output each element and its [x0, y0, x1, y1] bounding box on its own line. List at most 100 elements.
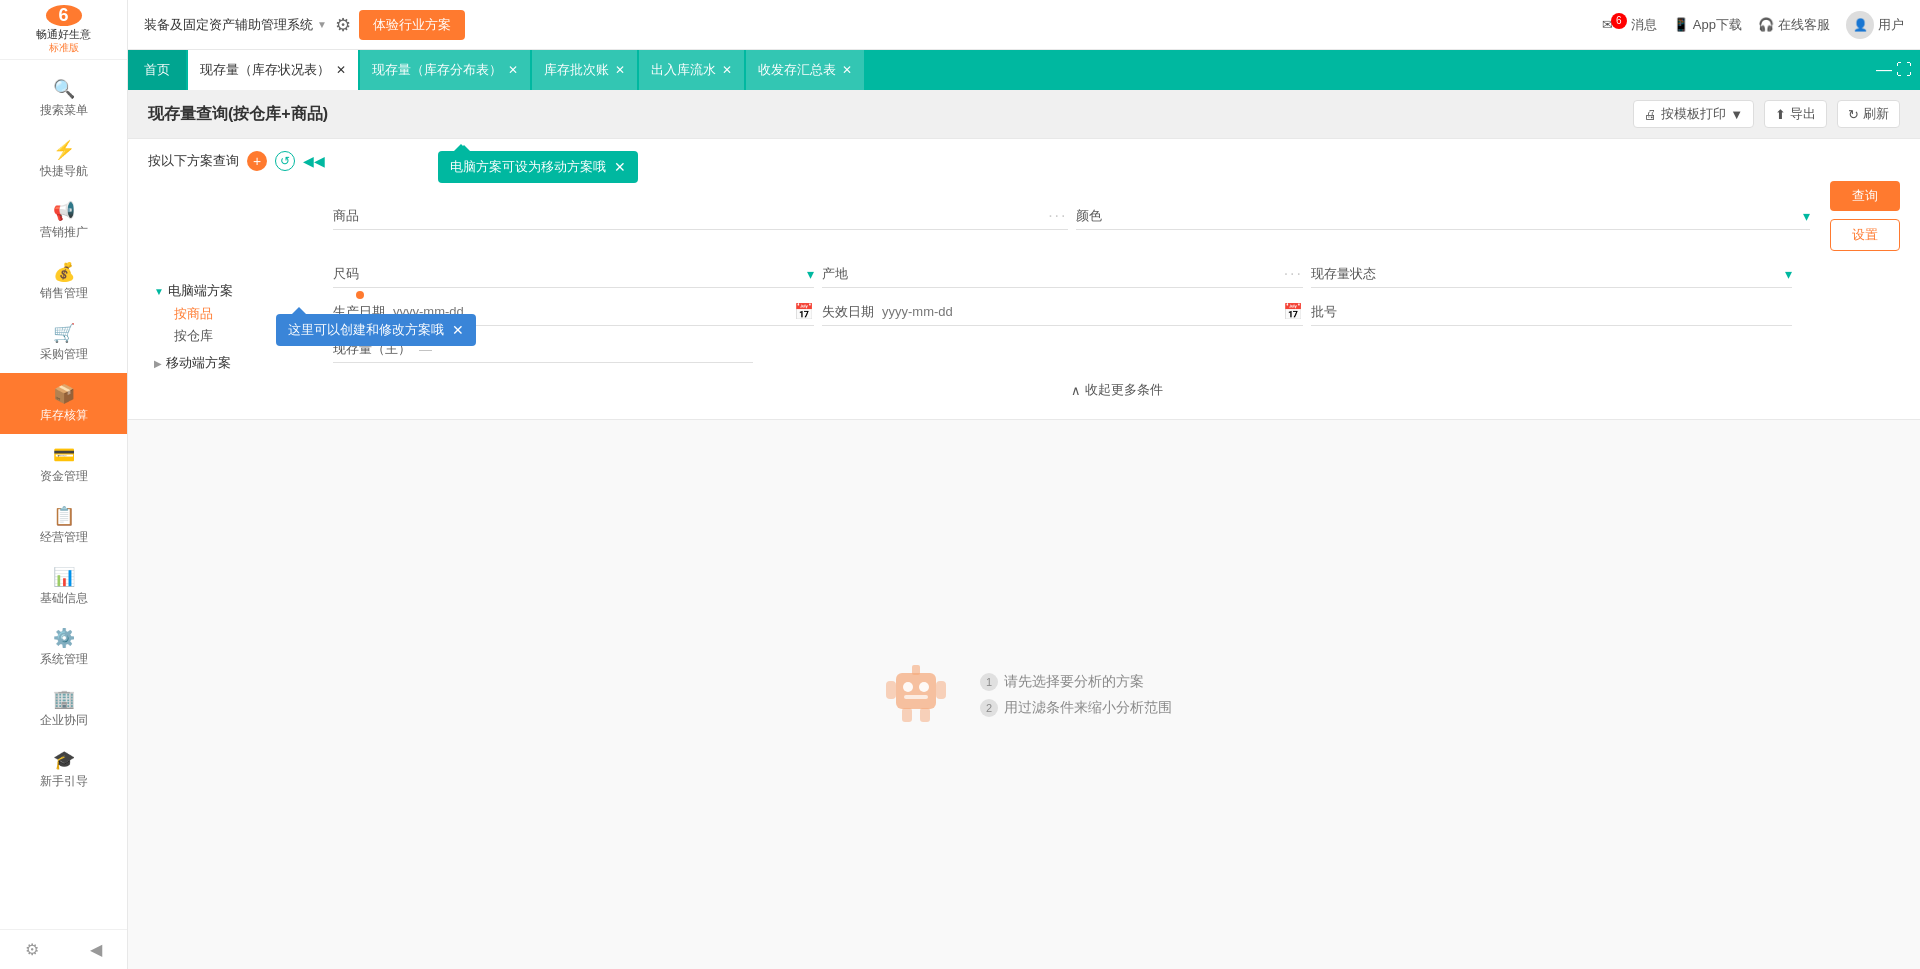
tooltip-top-close[interactable]: ✕ — [614, 159, 626, 175]
support-button[interactable]: 🎧 在线客服 — [1758, 16, 1830, 34]
app-download-button[interactable]: 📱 App下载 — [1673, 16, 1742, 34]
origin-more-icon[interactable]: ··· — [1284, 265, 1303, 283]
filter-field-origin[interactable]: 产地 ··· — [822, 261, 1303, 288]
tab-close-inventory-status[interactable]: ✕ — [336, 63, 346, 77]
filter-refresh-button[interactable]: ↺ — [275, 151, 295, 171]
tabbar-expand-icon[interactable]: ⛶ — [1896, 61, 1912, 79]
refresh-button[interactable]: ↻ 刷新 — [1837, 100, 1900, 128]
tab-collect[interactable]: 收发存汇总表 ✕ — [746, 50, 864, 90]
print-icon: 🖨 — [1644, 107, 1657, 122]
sidebar-item-operation[interactable]: 📋 经营管理 — [0, 495, 127, 556]
tooltip-top-text: 电脑方案可设为移动方案哦 — [450, 158, 606, 176]
filter-area: 按以下方案查询 + ↺ ◀◀ 电脑方案可设为移动方案哦 ✕ 这里可以创建和修改方… — [128, 139, 1920, 420]
guide-icon: 🎓 — [53, 749, 75, 771]
field-color-label: 颜色 — [1076, 207, 1102, 225]
export-icon: ⬆ — [1775, 107, 1786, 122]
svg-rect-0 — [896, 673, 936, 709]
tab-close-collect[interactable]: ✕ — [842, 63, 852, 77]
search-button[interactable]: 查询 — [1830, 181, 1900, 211]
filter-header: 按以下方案查询 + ↺ ◀◀ — [148, 151, 1900, 171]
sidebar-item-basic[interactable]: 📊 基础信息 — [0, 556, 127, 617]
sidebar-label-enterprise: 企业协同 — [40, 712, 88, 729]
tab-label-batch: 库存批次账 — [544, 61, 609, 79]
dot-connector — [356, 291, 364, 299]
logo-name: 畅通好生意 标准版 — [36, 28, 91, 53]
tab-inventory-dist[interactable]: 现存量（库存分布表） ✕ — [360, 50, 530, 90]
tab-close-batch[interactable]: ✕ — [615, 63, 625, 77]
search-icon: 🔍 — [53, 78, 75, 100]
color-dropdown-icon[interactable]: ▾ — [1803, 208, 1810, 224]
sidebar-item-purchase[interactable]: 🛒 采购管理 — [0, 312, 127, 373]
sidebar-logo: 6 畅通好生意 标准版 — [0, 0, 127, 60]
scheme-pc-item[interactable]: ▼ 电脑端方案 — [148, 279, 308, 303]
sidebar-item-finance[interactable]: 💳 资金管理 — [0, 434, 127, 495]
user-button[interactable]: 👤 用户 — [1846, 11, 1904, 39]
tab-label-collect: 收发存汇总表 — [758, 61, 836, 79]
sidebar-item-quick[interactable]: ⚡ 快捷导航 — [0, 129, 127, 190]
message-badge: 6 — [1611, 13, 1627, 29]
sidebar-item-sales[interactable]: 💰 销售管理 — [0, 251, 127, 312]
sidebar-item-inventory[interactable]: 📦 库存核算 — [0, 373, 127, 434]
sales-icon: 💰 — [53, 261, 75, 283]
set-button[interactable]: 设置 — [1830, 219, 1900, 251]
filter-field-size[interactable]: 尺码 ▾ — [333, 261, 814, 288]
tooltip-bottom-close[interactable]: ✕ — [452, 322, 464, 338]
tab-label-inout: 出入库流水 — [651, 61, 716, 79]
topbar-gear-icon[interactable]: ⚙ — [335, 14, 351, 36]
svg-rect-4 — [912, 665, 920, 675]
field-size-label: 尺码 — [333, 265, 359, 283]
tab-batch[interactable]: 库存批次账 ✕ — [532, 50, 637, 90]
sidebar-bottom: ⚙ ◀ — [0, 929, 127, 969]
sidebar-item-enterprise[interactable]: 🏢 企业协同 — [0, 678, 127, 739]
step-2-circle: 2 — [980, 699, 998, 717]
system-selector[interactable]: 装备及固定资产辅助管理系统 ▼ — [144, 16, 327, 34]
sidebar-item-marketing[interactable]: 📢 营销推广 — [0, 190, 127, 251]
sidebar-item-search[interactable]: 🔍 搜索菜单 — [0, 68, 127, 129]
collapse-sidebar-icon[interactable]: ◀ — [90, 940, 102, 959]
tab-inventory-status[interactable]: 现存量（库存状况表） ✕ — [188, 50, 358, 90]
tab-close-inventory-dist[interactable]: ✕ — [508, 63, 518, 77]
topbar: 装备及固定资产辅助管理系统 ▼ ⚙ 体验行业方案 ✉ 6 消息 📱 App下载 … — [128, 0, 1920, 50]
avatar: 👤 — [1846, 11, 1874, 39]
expire-date-input[interactable] — [882, 304, 1283, 319]
svg-point-2 — [919, 682, 929, 692]
enterprise-icon: 🏢 — [53, 688, 75, 710]
filter-field-batch[interactable]: 批号 — [1311, 299, 1792, 326]
sidebar-label-sales: 销售管理 — [40, 285, 88, 302]
sidebar-item-system[interactable]: ⚙️ 系统管理 — [0, 617, 127, 678]
filter-back-icon[interactable]: ◀◀ — [303, 153, 325, 169]
scheme-mobile-item[interactable]: ▶ 移动端方案 — [148, 351, 308, 375]
sidebar-label-search: 搜索菜单 — [40, 102, 88, 119]
message-button[interactable]: ✉ 6 消息 — [1602, 16, 1657, 34]
filter-field-stock-status[interactable]: 现存量状态 ▾ — [1311, 261, 1792, 288]
sidebar-item-guide[interactable]: 🎓 新手引导 — [0, 739, 127, 800]
tabbar-minimize-icon[interactable]: — — [1876, 61, 1892, 79]
stock-status-dropdown-icon[interactable]: ▾ — [1785, 266, 1792, 282]
size-dropdown-icon[interactable]: ▾ — [807, 266, 814, 282]
tab-inout[interactable]: 出入库流水 ✕ — [639, 50, 744, 90]
filter-row-4: 现存量（主） — — [333, 336, 1900, 363]
expire-date-calendar-icon[interactable]: 📅 — [1283, 302, 1303, 321]
settings-icon[interactable]: ⚙ — [25, 940, 39, 959]
filter-row-3: 生产日期 📅 失效日期 📅 批号 — [333, 298, 1900, 326]
collapse-icon: ∧ — [1071, 383, 1081, 398]
trial-button[interactable]: 体验行业方案 — [359, 10, 465, 40]
empty-text: 1 请先选择要分析的方案 2 用过滤条件来缩小分析范围 — [980, 673, 1172, 717]
produce-date-calendar-icon[interactable]: 📅 — [794, 302, 814, 321]
field-batch-label: 批号 — [1311, 303, 1337, 321]
export-button[interactable]: ⬆ 导出 — [1764, 100, 1827, 128]
collapse-filter-button[interactable]: ∧ 收起更多条件 — [333, 373, 1900, 407]
goods-more-icon[interactable]: ··· — [1048, 207, 1067, 225]
filter-row-1: 商品 ··· 颜色 ▾ 查询 设置 — [333, 181, 1900, 251]
message-label: 消息 — [1631, 16, 1657, 34]
tabbar-controls: — ⛶ — [1868, 61, 1920, 79]
print-button[interactable]: 🖨 按模板打印 ▼ — [1633, 100, 1754, 128]
tab-close-inout[interactable]: ✕ — [722, 63, 732, 77]
filter-field-goods[interactable]: 商品 ··· — [333, 203, 1068, 230]
filter-field-expire-date[interactable]: 失效日期 📅 — [822, 298, 1303, 326]
filter-field-color[interactable]: 颜色 ▾ — [1076, 203, 1811, 230]
filter-add-button[interactable]: + — [247, 151, 267, 171]
sidebar-label-finance: 资金管理 — [40, 468, 88, 485]
tab-home[interactable]: 首页 — [128, 50, 186, 90]
topbar-right: ✉ 6 消息 📱 App下载 🎧 在线客服 👤 用户 — [1602, 11, 1904, 39]
